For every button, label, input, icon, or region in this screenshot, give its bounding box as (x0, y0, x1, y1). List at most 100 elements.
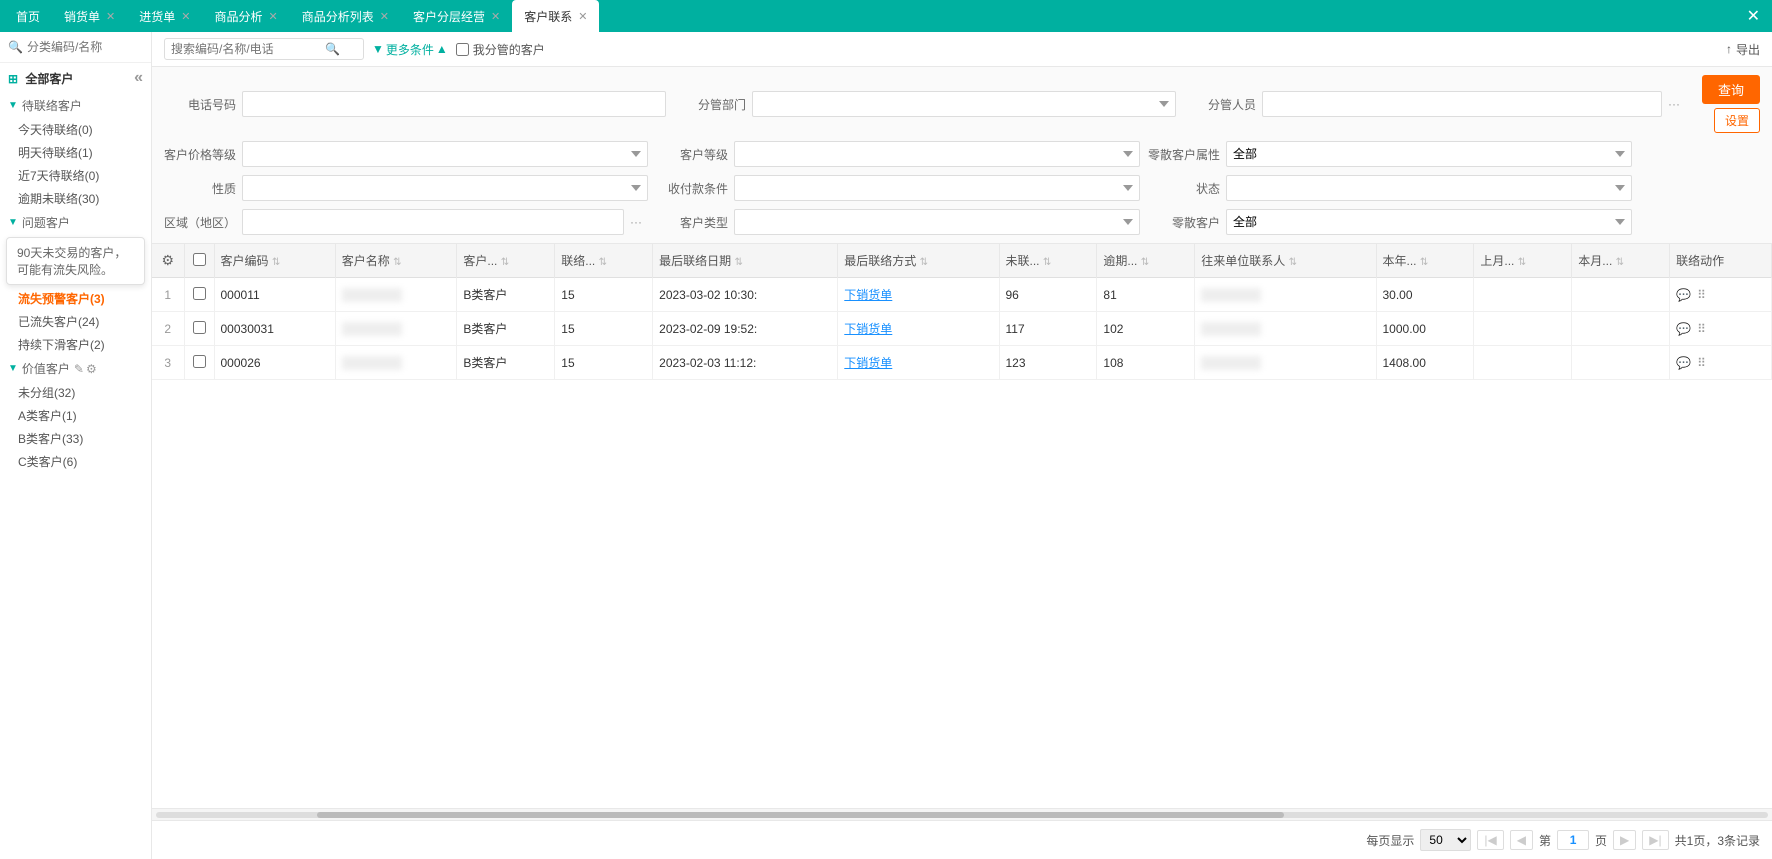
th-overdue[interactable]: 逾期... ⇅ (1097, 244, 1195, 278)
arrow-down-icon: ▼ (8, 217, 18, 228)
filter-select-customer-type[interactable] (734, 209, 1140, 235)
filter-select-level[interactable] (734, 141, 1140, 167)
filter-bar: 🔍 ▼ 更多条件 ▲ 我分管的客户 ↑ 导出 (152, 32, 1772, 67)
th-uncontact[interactable]: 未联... ⇅ (999, 244, 1097, 278)
sidebar-search-input[interactable] (27, 40, 143, 54)
sidebar-item-7day-pending[interactable]: 近7天待联络(0) (0, 164, 151, 187)
close-icon[interactable]: ✕ (181, 10, 190, 23)
gear-icon[interactable]: ⚙ (161, 252, 174, 268)
setting-button[interactable]: 设置 (1714, 108, 1760, 133)
filter-select-status[interactable] (1226, 175, 1632, 201)
horizontal-scrollbar[interactable] (152, 808, 1772, 820)
per-page-select[interactable]: 50 100 (1420, 829, 1471, 851)
export-button[interactable]: ↑ 导出 (1726, 41, 1760, 58)
sidebar-group-value[interactable]: ▼ 价值客户 ✎ ⚙ (0, 356, 151, 381)
action-more-icon[interactable]: ⠿ (1697, 288, 1706, 302)
close-icon[interactable]: ✕ (578, 10, 587, 23)
sidebar-item-ungrouped[interactable]: 未分组(32) (0, 381, 151, 404)
tab-product-analysis[interactable]: 商品分析 ✕ (202, 0, 289, 32)
sidebar-item-class-c[interactable]: C类客户(6) (0, 450, 151, 473)
sidebar-item-churn-warning[interactable]: 流失预警客户(3) (0, 287, 151, 310)
filter-select-retail-attr[interactable]: 全部 (1226, 141, 1632, 167)
close-icon[interactable]: ✕ (380, 10, 389, 23)
filter-input-phone[interactable] (242, 91, 666, 117)
th-name[interactable]: 客户名称 ⇅ (335, 244, 457, 278)
settings-icon[interactable]: ⚙ (86, 362, 97, 376)
close-icon[interactable]: ✕ (106, 10, 115, 23)
sidebar-item-overdue-pending[interactable]: 逾期未联络(30) (0, 187, 151, 210)
filter-select-payment[interactable] (734, 175, 1140, 201)
sidebar-group-problem[interactable]: ▼ 问题客户 (0, 210, 151, 235)
cell-action[interactable]: 💬 ⠿ (1670, 312, 1772, 346)
last-page-button[interactable]: ▶| (1642, 830, 1668, 850)
action-more-icon[interactable]: ⠿ (1697, 356, 1706, 370)
sidebar-item-class-b[interactable]: B类客户(33) (0, 427, 151, 450)
row-checkbox[interactable] (193, 287, 206, 300)
more-dots-region-icon[interactable]: ··· (624, 215, 648, 229)
my-customers-checkbox[interactable] (456, 43, 469, 56)
cell-checkbox[interactable] (184, 346, 214, 380)
filter-field-status: 状态 (1148, 175, 1632, 201)
cell-checkbox[interactable] (184, 278, 214, 312)
select-all-checkbox[interactable] (193, 253, 206, 266)
th-last-month[interactable]: 上月... ⇅ (1474, 244, 1572, 278)
next-page-button[interactable]: ▶ (1613, 830, 1636, 850)
cell-action[interactable]: 💬 ⠿ (1670, 346, 1772, 380)
tab-customer-contact[interactable]: 客户联系 ✕ (512, 0, 599, 32)
filter-select-retail-customer[interactable]: 全部 (1226, 209, 1632, 235)
action-contact-icon[interactable]: 💬 (1676, 322, 1691, 336)
filter-select-nature[interactable] (242, 175, 648, 201)
row-checkbox[interactable] (193, 355, 206, 368)
tab-purchase[interactable]: 进货单 ✕ (127, 0, 202, 32)
filter-search-input[interactable] (171, 42, 321, 56)
close-icon[interactable]: ✕ (269, 10, 278, 23)
th-last-contact-method[interactable]: 最后联络方式 ⇅ (838, 244, 999, 278)
th-this-month[interactable]: 本月... ⇅ (1572, 244, 1670, 278)
filter-input-region[interactable] (242, 209, 624, 235)
tab-sales[interactable]: 销货单 ✕ (52, 0, 127, 32)
th-code[interactable]: 客户编码 ⇅ (214, 244, 335, 278)
query-button[interactable]: 查询 (1702, 75, 1760, 104)
page-number-input[interactable] (1557, 830, 1589, 850)
filter-label-region: 区域（地区） (164, 214, 236, 231)
table-row: 2 00030031 B类客户 15 2023-02-09 19:52: 下销货… (152, 312, 1772, 346)
filter-input-manager[interactable] (1262, 91, 1662, 117)
edit-icon[interactable]: ✎ (74, 362, 84, 376)
window-close-button[interactable]: ✕ (1747, 6, 1768, 26)
th-contact-person[interactable]: 往来单位联系人 ⇅ (1195, 244, 1376, 278)
row-checkbox[interactable] (193, 321, 206, 334)
th-type[interactable]: 客户... ⇅ (457, 244, 555, 278)
first-page-button[interactable]: |◀ (1477, 830, 1503, 850)
cell-last-method[interactable]: 下销货单 (838, 312, 999, 346)
sidebar-item-declining[interactable]: 持续下滑客户(2) (0, 333, 151, 356)
prev-page-button[interactable]: ◀ (1510, 830, 1533, 850)
sidebar-item-class-a[interactable]: A类客户(1) (0, 404, 151, 427)
sidebar-group-pending[interactable]: ▼ 待联络客户 (0, 93, 151, 118)
filter-search-icon[interactable]: 🔍 (325, 42, 340, 56)
cell-last-method[interactable]: 下销货单 (838, 278, 999, 312)
sidebar-item-today-pending[interactable]: 今天待联络(0) (0, 118, 151, 141)
customer-table: ⚙ 客户编码 ⇅ 客户名称 ⇅ (152, 244, 1772, 380)
action-contact-icon[interactable]: 💬 (1676, 288, 1691, 302)
action-more-icon[interactable]: ⠿ (1697, 322, 1706, 336)
tab-home[interactable]: 首页 (4, 0, 52, 32)
more-conditions-button[interactable]: ▼ 更多条件 ▲ (372, 41, 448, 58)
sidebar-item-tomorrow-pending[interactable]: 明天待联络(1) (0, 141, 151, 164)
more-dots-icon[interactable]: ··· (1662, 97, 1686, 111)
th-contact-count[interactable]: 联络... ⇅ (555, 244, 653, 278)
tab-product-list[interactable]: 商品分析列表 ✕ (290, 0, 401, 32)
th-last-contact-date[interactable]: 最后联络日期 ⇅ (653, 244, 838, 278)
filter-select-price-tier[interactable] (242, 141, 648, 167)
close-icon[interactable]: ✕ (491, 10, 500, 23)
action-contact-icon[interactable]: 💬 (1676, 356, 1691, 370)
cell-num: 1 (152, 278, 184, 312)
cell-checkbox[interactable] (184, 312, 214, 346)
scrollbar-thumb[interactable] (317, 812, 1284, 818)
collapse-sidebar-icon[interactable]: « (134, 69, 143, 87)
tab-customer-segment[interactable]: 客户分层经营 ✕ (401, 0, 512, 32)
sidebar-item-churned[interactable]: 已流失客户(24) (0, 310, 151, 333)
th-this-year[interactable]: 本年... ⇅ (1376, 244, 1474, 278)
filter-select-dept[interactable] (752, 91, 1176, 117)
cell-last-method[interactable]: 下销货单 (838, 346, 999, 380)
cell-action[interactable]: 💬 ⠿ (1670, 278, 1772, 312)
